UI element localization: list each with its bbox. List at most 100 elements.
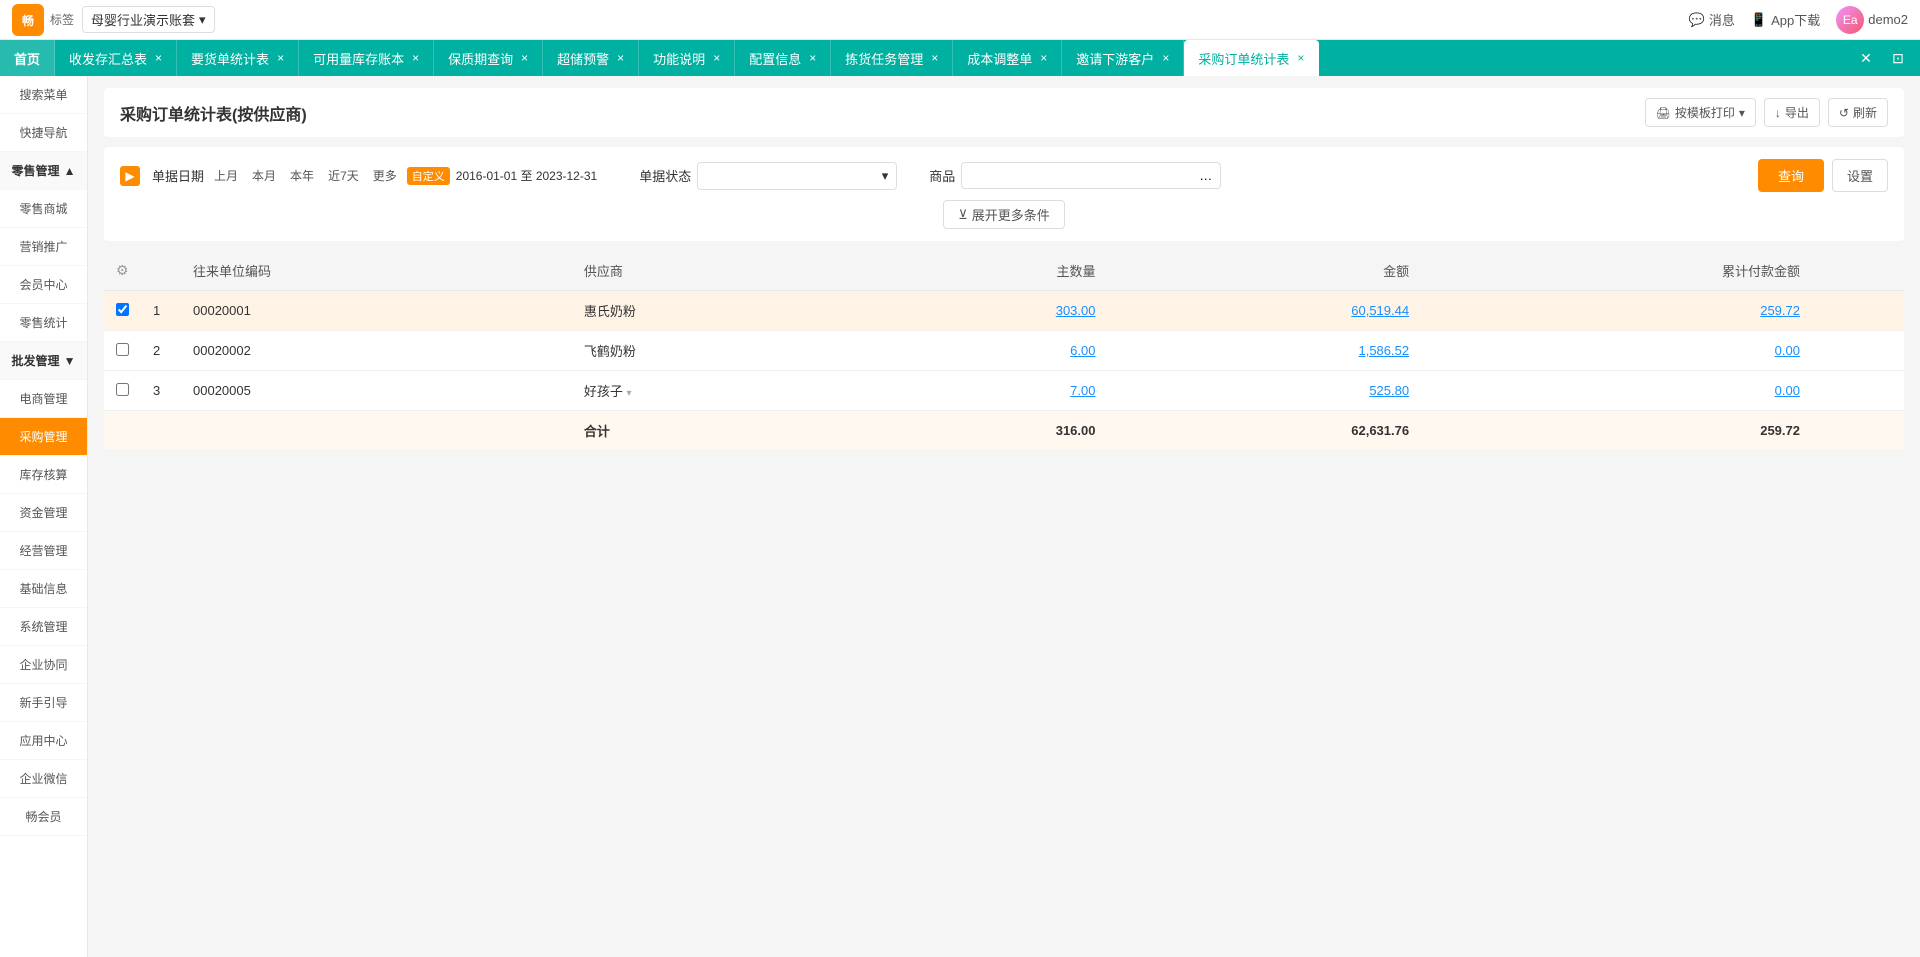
tab-config-info-close[interactable]: × (809, 51, 816, 65)
expand-more-label: 展开更多条件 (972, 205, 1050, 224)
row-qty[interactable]: 303.00 (863, 291, 1107, 331)
tab-over-stock-close[interactable]: × (617, 51, 624, 65)
app-download-button[interactable]: 📱 App下载 (1751, 10, 1820, 29)
shortcut-this-month[interactable]: 本月 (248, 165, 280, 186)
tab-expiry-query-close[interactable]: × (521, 51, 528, 65)
sidebar-quick-nav[interactable]: 快捷导航 (0, 114, 87, 152)
tab-collect-pay-close[interactable]: × (155, 51, 162, 65)
sidebar-item-stock-check[interactable]: 库存核算 (0, 456, 87, 494)
tab-goods-stats[interactable]: 要货单统计表 × (177, 40, 299, 76)
sidebar-item-member-center[interactable]: 会员中心 (0, 266, 87, 304)
tab-purchase-stats[interactable]: 采购订单统计表 × (1184, 40, 1319, 76)
shortcut-last-month[interactable]: 上月 (210, 165, 242, 186)
row-amount[interactable]: 1,586.52 (1107, 331, 1421, 371)
tab-cost-adjust-label: 成本调整单 (967, 49, 1032, 68)
sidebar-item-membership[interactable]: 畅会员 (0, 798, 87, 836)
tab-cost-adjust[interactable]: 成本调整单 × (953, 40, 1062, 76)
sidebar-item-fund-mgmt[interactable]: 资金管理 (0, 494, 87, 532)
row-paid-amount[interactable]: 259.72 (1421, 291, 1812, 331)
sidebar-item-retail-mgmt[interactable]: 零售管理 ▲ (0, 152, 87, 190)
tab-cost-adjust-close[interactable]: × (1040, 51, 1047, 65)
status-dropdown-arrow-icon: ▾ (882, 168, 889, 184)
sidebar-item-batch-mgmt[interactable]: 批发管理 ▼ (0, 342, 87, 380)
settings-button[interactable]: 设置 (1832, 159, 1888, 192)
tab-pick-task-close[interactable]: × (931, 51, 938, 65)
goods-filter-input[interactable]: … (961, 162, 1221, 189)
sidebar-item-retail-stats[interactable]: 零售统计 (0, 304, 87, 342)
tab-invite-down-close[interactable]: × (1162, 51, 1169, 65)
sidebar-item-sys-mgmt[interactable]: 系统管理 (0, 608, 87, 646)
row-paid-amount[interactable]: 0.00 (1421, 331, 1812, 371)
sidebar-item-ecom-mgmt[interactable]: 电商管理 (0, 380, 87, 418)
sidebar-item-app-center-label: 应用中心 (19, 734, 67, 748)
sidebar-item-newbie-guide[interactable]: 新手引导 (0, 684, 87, 722)
table-row[interactable]: 3 00020005 好孩子 ▾ 7.00 525.80 0.00 (104, 371, 1904, 411)
query-button[interactable]: 查询 (1758, 159, 1824, 192)
sidebar-item-purchase-mgmt[interactable]: 采购管理 (0, 418, 87, 456)
tab-collect-pay-label: 收发存汇总表 (69, 49, 147, 68)
tab-usable-stock[interactable]: 可用量库存账本 × (299, 40, 434, 76)
sidebar-item-retail-shop[interactable]: 零售商城 (0, 190, 87, 228)
row-amount[interactable]: 60,519.44 (1107, 291, 1421, 331)
tab-invite-down[interactable]: 邀请下游客户 × (1062, 40, 1184, 76)
row-qty[interactable]: 6.00 (863, 331, 1107, 371)
footer-qty: 316.00 (863, 411, 1107, 451)
tab-expiry-query-label: 保质期查询 (448, 49, 513, 68)
row-paid-amount[interactable]: 0.00 (1421, 371, 1812, 411)
workspace-selector[interactable]: 母婴行业演示账套 ▾ (82, 6, 215, 33)
expand-more-button[interactable]: ⊻ 展开更多条件 (943, 200, 1065, 229)
data-table-wrapper: ⚙ 往来单位编码 供应商 主数量 金额 累计付款金额 (104, 251, 1904, 451)
shortcut-7days[interactable]: 近7天 (324, 165, 363, 186)
retail-mgmt-arrow-icon: ▲ (64, 164, 76, 178)
sidebar-item-marketing[interactable]: 营销推广 (0, 228, 87, 266)
shortcut-this-year[interactable]: 本年 (286, 165, 318, 186)
table-row[interactable]: 1 00020001 惠氏奶粉 303.00 60,519.44 259.72 (104, 291, 1904, 331)
tab-expiry-query[interactable]: 保质期查询 × (434, 40, 543, 76)
column-settings-icon[interactable]: ⚙ (116, 262, 129, 278)
tab-over-stock[interactable]: 超储预警 × (543, 40, 639, 76)
sidebar-search[interactable]: 搜索菜单 (0, 76, 87, 114)
col-setting: ⚙ (104, 251, 141, 291)
tab-config-info[interactable]: 配置信息 × (735, 40, 831, 76)
tab-close-all-button[interactable]: ✕ (1852, 44, 1880, 72)
data-table: ⚙ 往来单位编码 供应商 主数量 金额 累计付款金额 (104, 251, 1904, 451)
row-checkbox[interactable] (104, 291, 141, 331)
status-filter-select[interactable]: ▾ (697, 162, 897, 190)
tab-func-desc-close[interactable]: × (713, 51, 720, 65)
sidebar-item-enterprise-collab[interactable]: 企业协同 (0, 646, 87, 684)
user-name: demo2 (1868, 12, 1908, 27)
sidebar-item-sys-mgmt-label: 系统管理 (19, 620, 67, 634)
page-header: 采购订单统计表(按供应商) 🖨 按模板打印 ▾ ↓ 导出 ↺ (104, 88, 1904, 137)
table-row[interactable]: 2 00020002 飞鹤奶粉 6.00 1,586.52 0.00 (104, 331, 1904, 371)
row-num: 2 (141, 331, 181, 371)
export-button[interactable]: ↓ 导出 (1764, 98, 1820, 127)
refresh-button[interactable]: ↺ 刷新 (1828, 98, 1888, 127)
col-supplier: 供应商 (572, 251, 863, 291)
tab-purchase-stats-close[interactable]: × (1297, 51, 1304, 65)
row-checkbox[interactable] (104, 331, 141, 371)
row-supplier: 惠氏奶粉 (572, 291, 863, 331)
col-qty: 主数量 (863, 251, 1107, 291)
row-checkbox[interactable] (104, 371, 141, 411)
export-icon: ↓ (1775, 106, 1781, 120)
row-amount[interactable]: 525.80 (1107, 371, 1421, 411)
col-extra (1812, 251, 1904, 291)
tab-goods-stats-close[interactable]: × (277, 51, 284, 65)
message-label: 消息 (1709, 10, 1735, 29)
sidebar-item-enterprise-wechat[interactable]: 企业微信 (0, 760, 87, 798)
sidebar-item-basic-info[interactable]: 基础信息 (0, 570, 87, 608)
sidebar-item-ops-mgmt[interactable]: 经营管理 (0, 532, 87, 570)
tab-home[interactable]: 首页 (0, 40, 55, 76)
tab-collect-pay[interactable]: 收发存汇总表 × (55, 40, 177, 76)
filter-toggle-button[interactable]: ▶ (120, 166, 140, 186)
tab-pick-task[interactable]: 拣货任务管理 × (831, 40, 953, 76)
shortcut-more[interactable]: 更多 (369, 165, 401, 186)
tab-restore-button[interactable]: ⊡ (1884, 44, 1912, 72)
sidebar-item-app-center[interactable]: 应用中心 (0, 722, 87, 760)
print-button[interactable]: 🖨 按模板打印 ▾ (1645, 98, 1756, 127)
row-qty[interactable]: 7.00 (863, 371, 1107, 411)
tab-func-desc[interactable]: 功能说明 × (639, 40, 735, 76)
tab-usable-stock-close[interactable]: × (412, 51, 419, 65)
user-profile[interactable]: Ea demo2 (1836, 6, 1908, 34)
message-button[interactable]: 💬 消息 (1689, 10, 1735, 29)
